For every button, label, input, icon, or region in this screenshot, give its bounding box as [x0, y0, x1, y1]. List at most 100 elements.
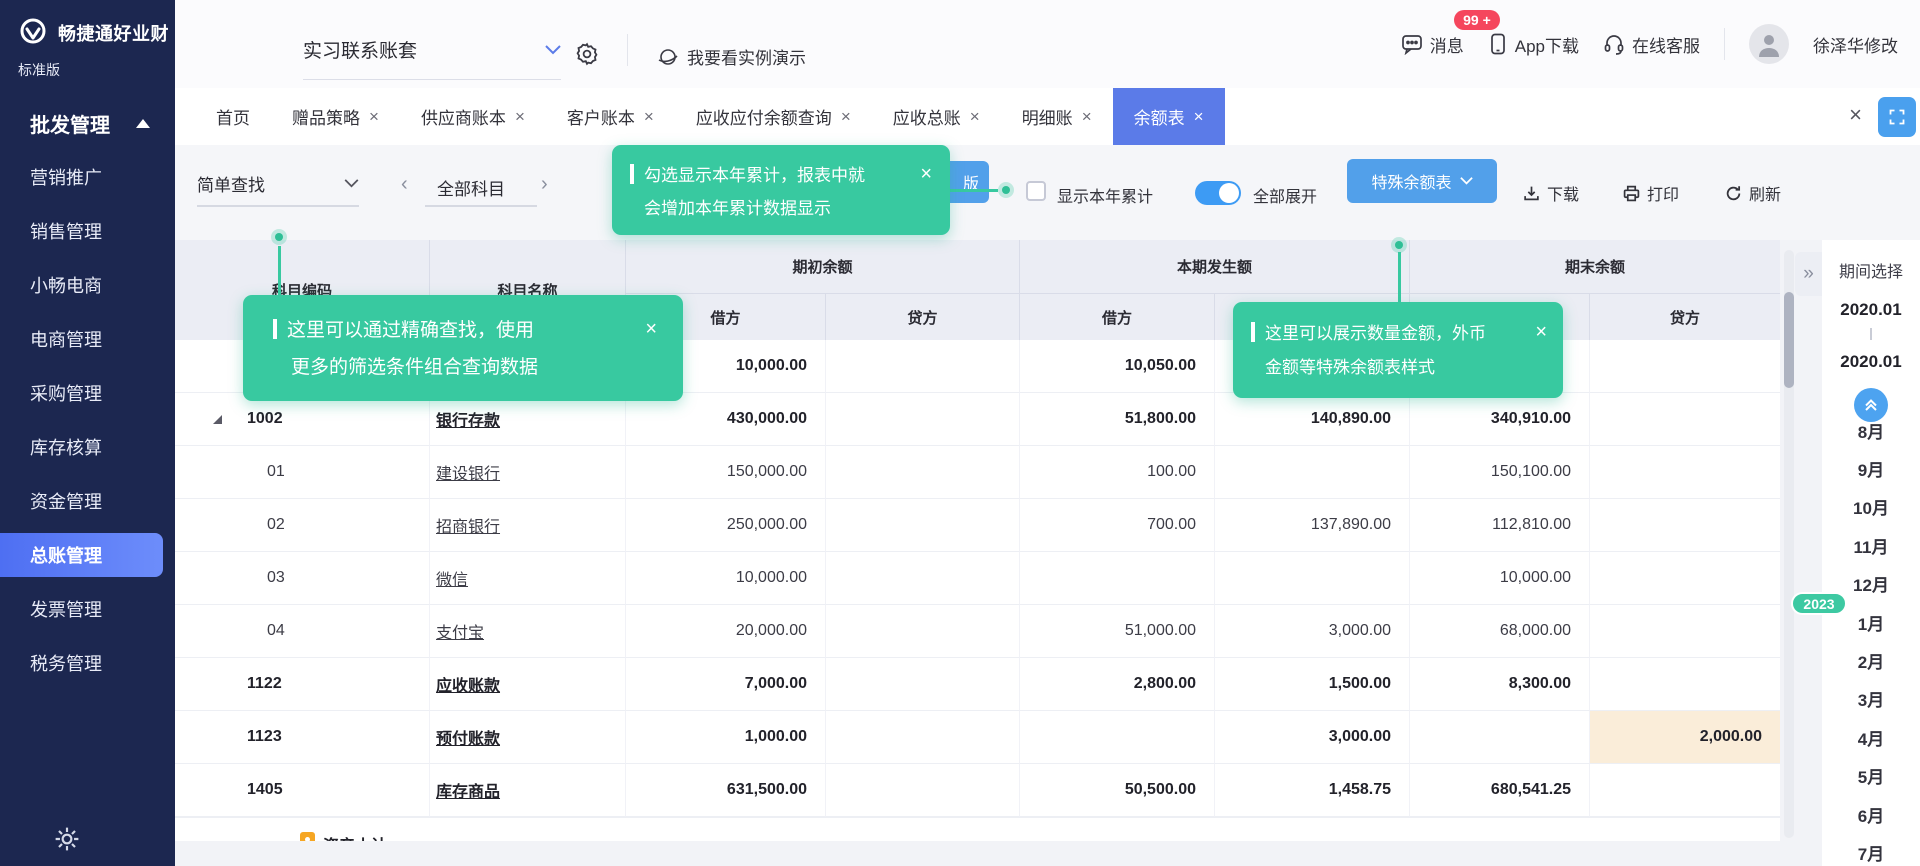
tab-1[interactable]: 首页: [195, 88, 271, 145]
account-name-link[interactable]: 预付账款: [436, 725, 500, 749]
tabbar: 首页 赠品策略 × 供应商账本 × 客户账本 × 应收应付余额查询 × 应收总账 × 明细账 × 余额表 ×…: [175, 88, 1920, 145]
account-name-link[interactable]: 微信: [436, 566, 468, 590]
tab-close-icon[interactable]: ×: [970, 107, 980, 127]
tab-close-icon[interactable]: ×: [515, 107, 525, 127]
cell-opening-debit: 150,000.00: [626, 446, 826, 499]
print-button[interactable]: 打印: [1623, 181, 1679, 205]
tab-2[interactable]: 赠品策略 ×: [271, 88, 400, 145]
sidebar-item-7[interactable]: 库存核算: [0, 420, 175, 474]
vertical-scrollbar-thumb[interactable]: [1784, 292, 1794, 388]
sidebar-item-4[interactable]: 小畅电商: [0, 258, 175, 312]
demo-link[interactable]: 我要看实例演示: [657, 44, 806, 69]
headset-icon: [1604, 35, 1624, 55]
username[interactable]: 徐泽华修改: [1813, 32, 1898, 57]
month-item-8月[interactable]: 8月: [1822, 411, 1920, 449]
messages-button[interactable]: 99 + 消息: [1401, 9, 1500, 57]
cell-ending-debit: 150,100.00: [1410, 446, 1590, 499]
sidebar-item-6[interactable]: 采购管理: [0, 366, 175, 420]
search-mode-dropdown[interactable]: 简单查找: [197, 171, 359, 196]
sidebar-item-2[interactable]: 营销推广: [0, 150, 175, 204]
account-name-link[interactable]: 银行存款: [436, 407, 500, 431]
sidebar-item-10[interactable]: 发票管理: [0, 582, 175, 636]
tooltip-anchor-dot: [271, 229, 287, 245]
month-item-9月[interactable]: 9月: [1822, 449, 1920, 487]
avatar[interactable]: [1749, 24, 1789, 64]
messages-badge: 99 +: [1454, 9, 1500, 30]
collapse-panel-handle[interactable]: »: [1795, 252, 1822, 296]
tab-6[interactable]: 应收总账 ×: [872, 88, 1001, 145]
table-row-3: 01 建设银行 150,000.00 100.00 150,100.00: [175, 446, 1780, 499]
sidebar-item-9[interactable]: 总账管理: [0, 528, 175, 582]
expand-triangle-icon[interactable]: [213, 415, 222, 424]
tab-5[interactable]: 应收应付余额查询 ×: [675, 88, 872, 145]
tab-close-icon[interactable]: ×: [644, 107, 654, 127]
sidebar-item-8[interactable]: 资金管理: [0, 474, 175, 528]
cell-opening-credit: [826, 393, 1020, 446]
sidebar-item-1[interactable]: 批发管理: [0, 96, 175, 150]
refresh-button[interactable]: 刷新: [1725, 181, 1781, 205]
tab-3[interactable]: 供应商账本 ×: [400, 88, 546, 145]
month-item-6月[interactable]: 6月: [1822, 795, 1920, 833]
table-row-8: 1123 预付账款 1,000.00 3,000.00 2,000.00: [175, 711, 1780, 764]
period-to[interactable]: 2020.01: [1822, 352, 1920, 372]
account-name-link[interactable]: 招商银行: [436, 513, 500, 537]
tab-close-icon[interactable]: ×: [369, 107, 379, 127]
download-button[interactable]: 下载: [1523, 181, 1579, 205]
month-item-5月[interactable]: 5月: [1822, 757, 1920, 795]
cell-ending-credit: [1590, 340, 1780, 393]
online-service-button[interactable]: 在线客服: [1603, 32, 1700, 57]
tab-close-icon[interactable]: ×: [841, 107, 851, 127]
sidebar-item-label: 库存核算: [30, 438, 102, 458]
prev-subject-arrow[interactable]: ‹: [401, 173, 408, 196]
sidebar-item-label: 电商管理: [30, 330, 102, 350]
expand-all-label: 全部展开: [1253, 189, 1318, 206]
special-balance-table-button[interactable]: 特殊余额表: [1347, 159, 1497, 203]
sidebar-item-label: 税务管理: [30, 654, 102, 674]
code-text: 1122: [247, 675, 282, 692]
tab-close-icon[interactable]: ×: [1082, 107, 1092, 127]
cell-name: 微信: [430, 552, 626, 605]
period-from[interactable]: 2020.01: [1822, 300, 1920, 320]
account-name-link[interactable]: 库存商品: [436, 778, 500, 802]
close-icon[interactable]: ×: [1849, 104, 1862, 126]
app-download-button[interactable]: App下载: [1488, 32, 1579, 57]
sidebar-item-5[interactable]: 电商管理: [0, 312, 175, 366]
cell-opening-debit: 1,000.00: [626, 711, 826, 764]
account-name-link[interactable]: 应收账款: [436, 672, 500, 696]
show-ytd-checkbox[interactable]: [1026, 181, 1046, 201]
close-icon[interactable]: ×: [645, 319, 657, 339]
subject-filter[interactable]: 全部科目: [437, 175, 505, 200]
col-header-debit: 借方: [1020, 294, 1215, 340]
month-item-7月[interactable]: 7月: [1822, 833, 1920, 866]
account-set-selector[interactable]: 实习联系账套: [303, 36, 561, 80]
month-item-3月[interactable]: 3月: [1822, 680, 1920, 718]
cell-ending-debit: 680,541.25: [1410, 764, 1590, 817]
account-name-link[interactable]: 支付宝: [436, 619, 484, 643]
expand-all-toggle[interactable]: [1195, 181, 1241, 205]
cell-ending-debit: [1410, 711, 1590, 764]
month-item-10月[interactable]: 10月: [1822, 488, 1920, 526]
tab-4[interactable]: 客户账本 ×: [546, 88, 675, 145]
tab-8[interactable]: 余额表 ×: [1112, 88, 1225, 145]
close-icon[interactable]: ×: [920, 164, 932, 184]
account-name-link[interactable]: 建设银行: [436, 460, 500, 484]
divider: [1724, 28, 1725, 60]
sidebar-item-3[interactable]: 销售管理: [0, 204, 175, 258]
sidebar-item-label: 采购管理: [30, 384, 102, 404]
settings-gear-icon[interactable]: [575, 42, 599, 66]
month-item-2月[interactable]: 2月: [1822, 641, 1920, 679]
corner-expand-button[interactable]: [1878, 97, 1916, 137]
tab-7[interactable]: 明细账 ×: [1001, 88, 1113, 145]
next-subject-arrow[interactable]: ›: [541, 173, 548, 196]
period-panel: 期间选择 2020.01 2020.01 8月 9月 10月 11月 12月 1月 2月 3月…: [1822, 240, 1920, 866]
tab-label: 余额表: [1133, 109, 1185, 128]
close-icon[interactable]: ×: [1535, 322, 1547, 342]
tooltip-connector-line: [278, 246, 281, 295]
sidebar-settings-gear-icon[interactable]: [54, 826, 80, 852]
divider: [1870, 328, 1872, 340]
month-item-11月[interactable]: 11月: [1822, 526, 1920, 564]
tab-close-icon[interactable]: ×: [1194, 107, 1204, 127]
month-item-4月[interactable]: 4月: [1822, 718, 1920, 756]
sidebar-item-11[interactable]: 税务管理: [0, 636, 175, 690]
brand-name: 畅捷通好业财: [58, 24, 169, 44]
